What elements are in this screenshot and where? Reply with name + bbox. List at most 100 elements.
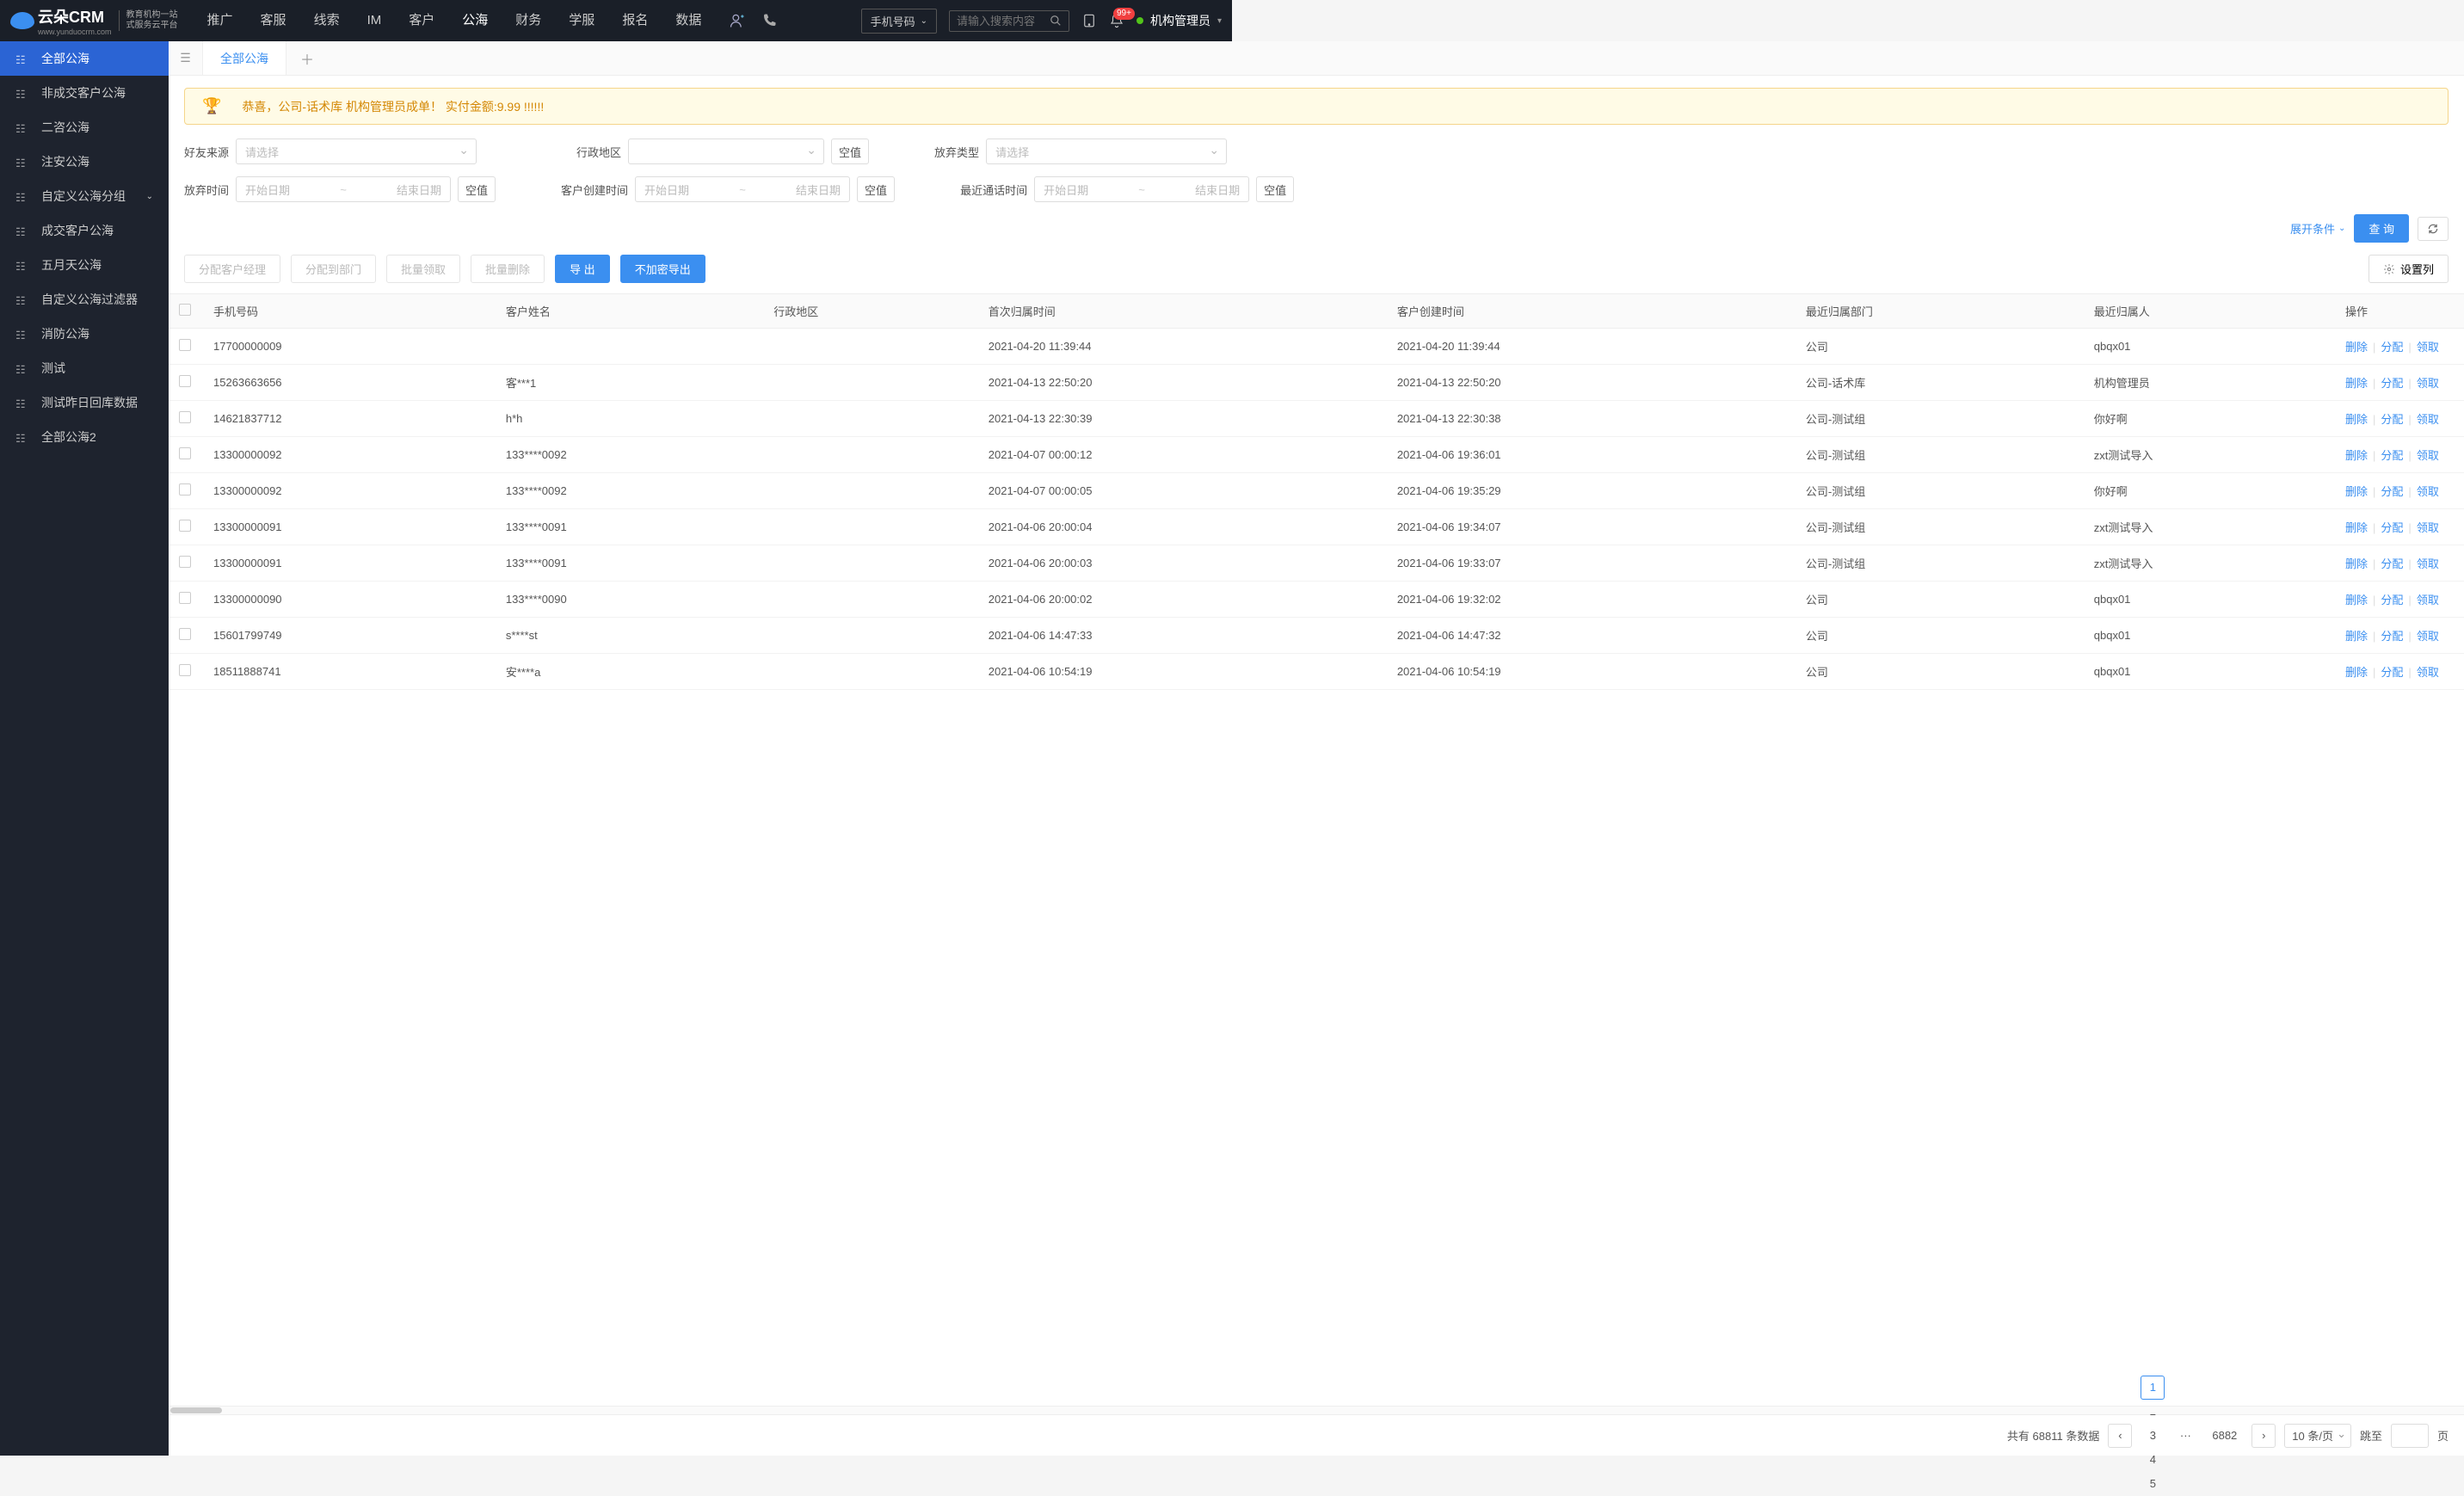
row-delete-link[interactable]: 删除 bbox=[2345, 377, 2368, 390]
null-value-button[interactable]: 空值 bbox=[458, 176, 496, 202]
row-checkbox[interactable] bbox=[179, 628, 191, 640]
row-get-link[interactable]: 领取 bbox=[2417, 485, 2439, 498]
row-delete-link[interactable]: 删除 bbox=[2345, 413, 2368, 426]
nav-item[interactable]: IM bbox=[355, 0, 394, 41]
row-assign-link[interactable]: 分配 bbox=[2381, 666, 2403, 679]
assign-manager-button[interactable]: 分配客户经理 bbox=[184, 255, 280, 283]
tab-add-button[interactable]: ＋ bbox=[286, 41, 328, 75]
scrollbar-thumb[interactable] bbox=[170, 1407, 222, 1413]
batch-get-button[interactable]: 批量领取 bbox=[386, 255, 460, 283]
nav-item[interactable]: 学服 bbox=[557, 0, 607, 41]
date-range-picker[interactable]: 开始日期~结束日期 bbox=[635, 176, 850, 202]
sidebar-item[interactable]: 测试 bbox=[0, 351, 169, 385]
set-columns-button[interactable]: 设置列 bbox=[2369, 255, 2449, 283]
page-number-button[interactable]: 3 bbox=[2141, 1424, 2165, 1448]
nav-item[interactable]: 推广 bbox=[195, 0, 245, 41]
row-delete-link[interactable]: 删除 bbox=[2345, 521, 2368, 534]
global-search[interactable] bbox=[949, 10, 1069, 32]
nav-item[interactable]: 财务 bbox=[503, 0, 553, 41]
row-delete-link[interactable]: 删除 bbox=[2345, 341, 2368, 354]
row-assign-link[interactable]: 分配 bbox=[2381, 521, 2403, 534]
last-page-button[interactable]: 6882 bbox=[2206, 1424, 2243, 1448]
row-checkbox[interactable] bbox=[179, 520, 191, 532]
row-checkbox[interactable] bbox=[179, 556, 191, 568]
row-get-link[interactable]: 领取 bbox=[2417, 413, 2439, 426]
sidebar-item[interactable]: 成交客户公海 bbox=[0, 213, 169, 248]
export-plain-button[interactable]: 不加密导出 bbox=[620, 255, 705, 283]
row-get-link[interactable]: 领取 bbox=[2417, 557, 2439, 570]
sidebar-item[interactable]: 测试昨日回库数据 bbox=[0, 385, 169, 420]
row-assign-link[interactable]: 分配 bbox=[2381, 594, 2403, 606]
prev-page-button[interactable]: ‹ bbox=[2108, 1424, 2132, 1448]
export-button[interactable]: 导 出 bbox=[555, 255, 610, 283]
row-assign-link[interactable]: 分配 bbox=[2381, 557, 2403, 570]
tab-list-toggle[interactable]: ☰ bbox=[169, 41, 203, 75]
date-range-picker[interactable]: 开始日期~结束日期 bbox=[1034, 176, 1249, 202]
page-number-button[interactable]: 5 bbox=[2141, 1472, 2165, 1496]
nav-item[interactable]: 公海 bbox=[450, 0, 500, 41]
row-checkbox[interactable] bbox=[179, 339, 191, 351]
row-delete-link[interactable]: 删除 bbox=[2345, 557, 2368, 570]
sidebar-item[interactable]: 自定义公海过滤器 bbox=[0, 282, 169, 317]
search-type-select[interactable]: 手机号码⌄ bbox=[861, 9, 937, 34]
filter-select[interactable]: 请选择 bbox=[236, 139, 477, 164]
row-assign-link[interactable]: 分配 bbox=[2381, 449, 2403, 462]
search-input[interactable] bbox=[957, 15, 1043, 28]
null-value-button[interactable]: 空值 bbox=[831, 139, 869, 164]
query-button[interactable]: 查 询 bbox=[2354, 214, 2409, 243]
row-checkbox[interactable] bbox=[179, 375, 191, 387]
tab-all-pool[interactable]: 全部公海 bbox=[203, 41, 286, 75]
row-checkbox[interactable] bbox=[179, 411, 191, 423]
date-range-picker[interactable]: 开始日期~结束日期 bbox=[236, 176, 451, 202]
nav-item[interactable]: 客户 bbox=[397, 0, 447, 41]
jump-page-input[interactable] bbox=[2391, 1424, 2429, 1448]
row-get-link[interactable]: 领取 bbox=[2417, 594, 2439, 606]
nav-item[interactable]: 客服 bbox=[249, 0, 299, 41]
sidebar-item[interactable]: 全部公海2 bbox=[0, 420, 169, 454]
tablet-icon[interactable] bbox=[1081, 13, 1097, 28]
row-assign-link[interactable]: 分配 bbox=[2381, 413, 2403, 426]
add-user-icon[interactable] bbox=[729, 12, 746, 29]
notifications-icon[interactable]: 99+ bbox=[1109, 13, 1124, 28]
filter-select[interactable]: 请选择 bbox=[986, 139, 1227, 164]
sidebar-item[interactable]: 消防公海 bbox=[0, 317, 169, 351]
horizontal-scrollbar[interactable] bbox=[169, 1406, 2464, 1414]
row-get-link[interactable]: 领取 bbox=[2417, 521, 2439, 534]
assign-dept-button[interactable]: 分配到部门 bbox=[291, 255, 376, 283]
sidebar-item[interactable]: 自定义公海分组⌄ bbox=[0, 179, 169, 213]
batch-delete-button[interactable]: 批量删除 bbox=[471, 255, 545, 283]
filter-select[interactable] bbox=[628, 139, 824, 164]
row-get-link[interactable]: 领取 bbox=[2417, 630, 2439, 643]
sidebar-item[interactable]: 注安公海 bbox=[0, 145, 169, 179]
row-delete-link[interactable]: 删除 bbox=[2345, 449, 2368, 462]
row-delete-link[interactable]: 删除 bbox=[2345, 666, 2368, 679]
row-checkbox[interactable] bbox=[179, 664, 191, 676]
row-assign-link[interactable]: 分配 bbox=[2381, 485, 2403, 498]
phone-icon[interactable] bbox=[761, 13, 777, 28]
row-checkbox[interactable] bbox=[179, 483, 191, 496]
page-size-select[interactable]: 10 条/页 bbox=[2284, 1424, 2351, 1448]
row-delete-link[interactable]: 删除 bbox=[2345, 630, 2368, 643]
row-checkbox[interactable] bbox=[179, 447, 191, 459]
reset-button[interactable] bbox=[2418, 217, 2449, 241]
row-checkbox[interactable] bbox=[179, 592, 191, 604]
row-get-link[interactable]: 领取 bbox=[2417, 666, 2439, 679]
row-delete-link[interactable]: 删除 bbox=[2345, 594, 2368, 606]
select-all-checkbox[interactable] bbox=[179, 304, 191, 316]
null-value-button[interactable]: 空值 bbox=[1256, 176, 1294, 202]
row-delete-link[interactable]: 删除 bbox=[2345, 485, 2368, 498]
expand-filters-link[interactable]: 展开条件⌄ bbox=[2290, 220, 2345, 237]
next-page-button[interactable]: › bbox=[2251, 1424, 2276, 1448]
sidebar-item[interactable]: 二咨公海 bbox=[0, 110, 169, 145]
sidebar-item[interactable]: 非成交客户公海 bbox=[0, 76, 169, 110]
row-assign-link[interactable]: 分配 bbox=[2381, 377, 2403, 390]
row-get-link[interactable]: 领取 bbox=[2417, 377, 2439, 390]
row-assign-link[interactable]: 分配 bbox=[2381, 630, 2403, 643]
nav-item[interactable]: 线索 bbox=[302, 0, 352, 41]
nav-item[interactable]: 报名 bbox=[610, 0, 660, 41]
row-get-link[interactable]: 领取 bbox=[2417, 449, 2439, 462]
row-get-link[interactable]: 领取 bbox=[2417, 341, 2439, 354]
page-number-button[interactable]: 4 bbox=[2141, 1448, 2165, 1472]
sidebar-item[interactable]: 五月天公海 bbox=[0, 248, 169, 282]
null-value-button[interactable]: 空值 bbox=[857, 176, 895, 202]
